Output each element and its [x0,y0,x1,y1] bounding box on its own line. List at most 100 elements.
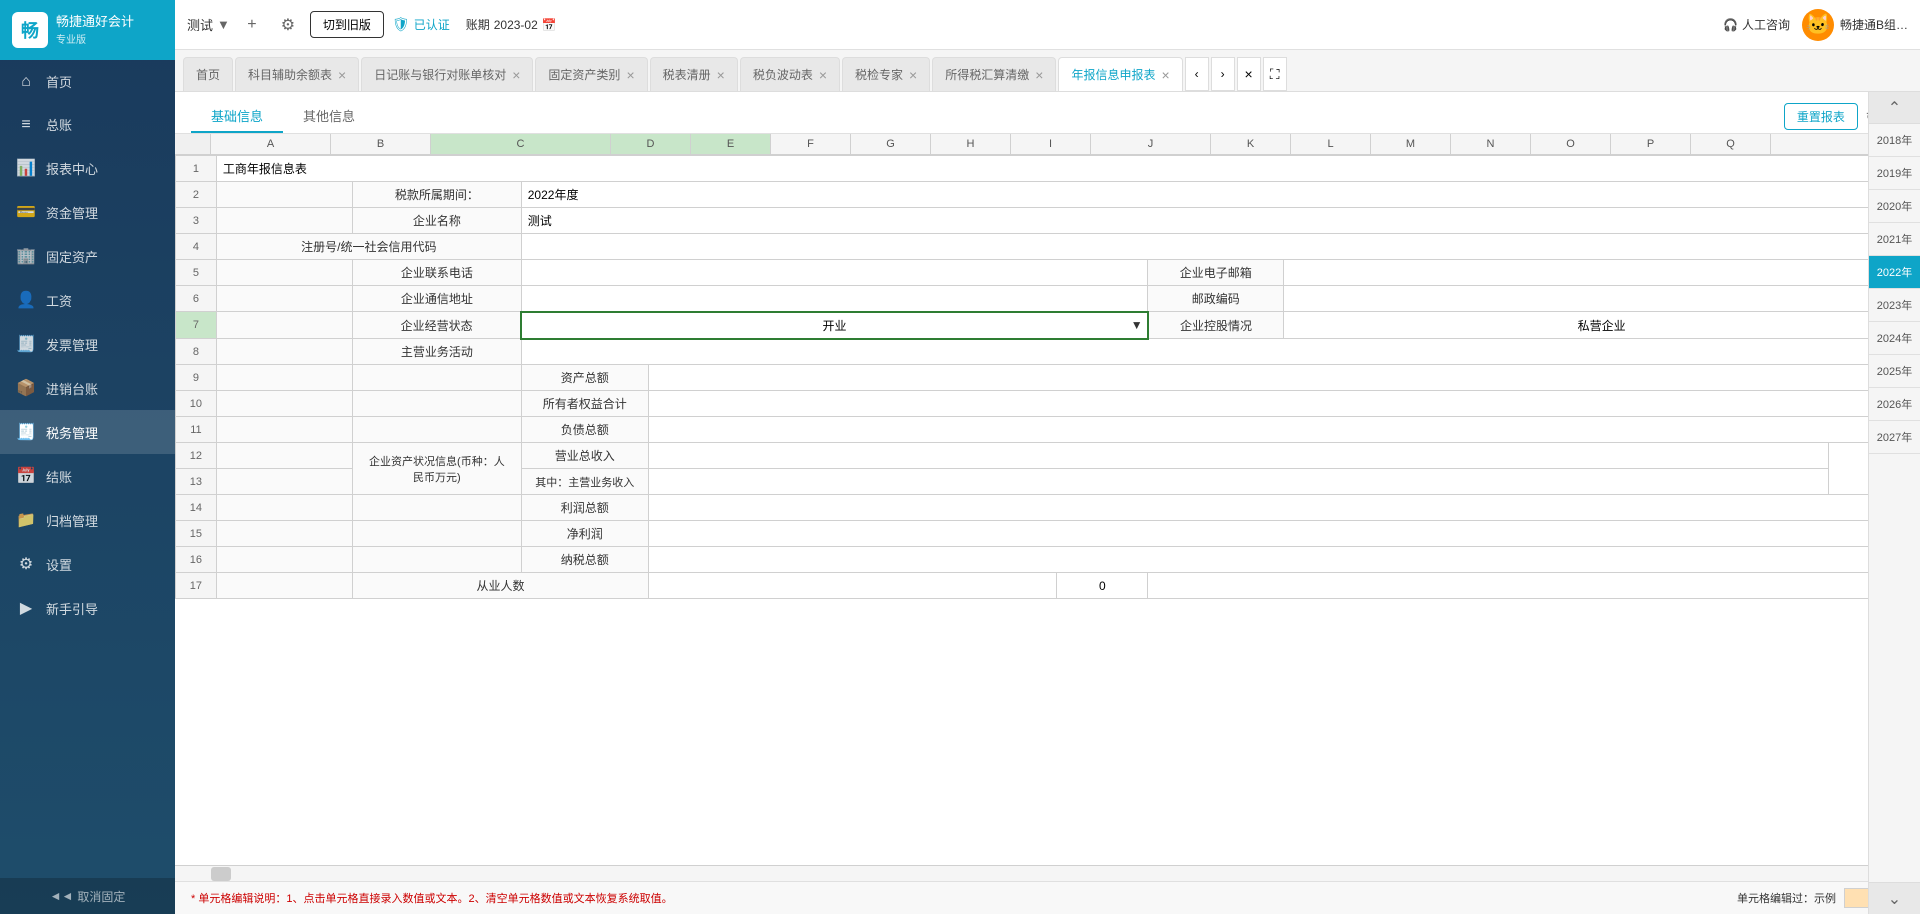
title-cell: 工商年报信息表 [216,156,1919,182]
tab-fixed-assets[interactable]: 固定资产类别 × [535,57,647,91]
sub-tab-bar: 基础信息 其他信息 重置报表 ↻ 刷新 [175,92,1920,134]
tab-bank[interactable]: 日记账与银行对账单核对 × [361,57,533,91]
sidebar-item-report[interactable]: 📊 报表中心 [0,146,175,190]
spreadsheet: A B C D E F G H I J K L M N O P Q [175,134,1920,881]
sidebar-item-fund[interactable]: 💳 资金管理 [0,190,175,234]
close-all-tabs-btn[interactable]: × [1237,57,1261,91]
net-profit-value[interactable] [648,521,1919,547]
company-name-value[interactable]: 测试 [521,208,1919,234]
email-value[interactable] [1284,260,1920,286]
row-num-14: 14 [176,495,217,521]
tab-close-tax-wave[interactable]: × [819,68,827,82]
cell-a14 [216,495,352,521]
total-assets-value[interactable] [648,365,1919,391]
tab-tax-table[interactable]: 税表清册 × [650,57,738,91]
col-B: B [331,134,431,154]
sidebar-item-archive[interactable]: 📁 归档管理 [0,498,175,542]
total-revenue-label: 营业总收入 [521,443,648,469]
consult-btn[interactable]: 🎧 人工咨询 [1723,16,1790,33]
sidebar-label-close: 结账 [46,467,72,486]
sidebar-item-tax[interactable]: 🧾 税务管理 [0,410,175,454]
hscroll-thumb[interactable] [211,867,231,881]
tab-annual-report[interactable]: 年报信息申报表 × [1058,57,1182,91]
tab-close-tax-table[interactable]: × [717,68,725,82]
year-item-2020[interactable]: 2020年 [1869,190,1920,223]
year-item-2024[interactable]: 2024年 [1869,322,1920,355]
data-table: 1 工商年报信息表 2 税款所属期间： 2022年度 3 企业名称 [175,155,1920,599]
employees-val1[interactable] [648,573,1057,599]
sidebar-item-invoice[interactable]: 🧾 发票管理 [0,322,175,366]
cell-a13 [216,469,352,495]
ledger-icon: ≡ [16,116,36,134]
sidebar-item-salary[interactable]: 👤 工资 [0,278,175,322]
table-row: 3 企业名称 测试 [176,208,1920,234]
year-item-2027[interactable]: 2027年 [1869,421,1920,454]
year-panel-down-btn[interactable]: ⌄ [1869,882,1920,914]
period-value-cell[interactable]: 2022年度 [521,182,1919,208]
sidebar-collapse-btn[interactable]: ◄◄ 取消固定 [0,878,175,914]
phone-value[interactable] [521,260,1147,286]
row-num-15: 15 [176,521,217,547]
employees-value[interactable]: 0 [1057,573,1148,599]
year-item-2018[interactable]: 2018年 [1869,124,1920,157]
postal-value[interactable] [1284,286,1920,312]
sidebar-label-invoice: 发票管理 [46,335,98,354]
tax-total-label: 纳税总额 [521,547,648,573]
sidebar-item-ledger[interactable]: ≡ 总账 [0,103,175,146]
collapse-arrow-icon: ◄◄ [50,889,74,903]
year-panel-up-btn[interactable]: ⌃ [1869,92,1920,124]
main-biz-value[interactable] [521,339,1919,365]
year-item-2025[interactable]: 2025年 [1869,355,1920,388]
tab-income-tax[interactable]: 所得税汇算清缴 × [932,57,1056,91]
sidebar-item-settings[interactable]: ⚙ 设置 [0,542,175,586]
sidebar-item-inout[interactable]: 📦 进销台账 [0,366,175,410]
holding-value[interactable]: 私营企业 [1284,312,1920,339]
tab-close-tax-expert[interactable]: × [909,68,917,82]
table-row: 4 注册号/统一社会信用代码 [176,234,1920,260]
settings-btn[interactable]: ⚙ [274,11,302,39]
equity-value[interactable] [648,391,1919,417]
year-item-2023[interactable]: 2023年 [1869,289,1920,322]
cell-b11 [353,417,522,443]
year-item-2022[interactable]: 2022年 [1869,256,1920,289]
sub-tab-other[interactable]: 其他信息 [283,100,375,133]
tab-tax-wave[interactable]: 税负波动表 × [740,57,840,91]
expand-tabs-btn[interactable]: ⛶ [1263,57,1287,91]
tab-close-fixed-assets[interactable]: × [626,68,634,82]
year-item-2021[interactable]: 2021年 [1869,223,1920,256]
old-version-button[interactable]: 切到旧版 [310,11,384,38]
sub-tab-basic[interactable]: 基础信息 [191,100,283,133]
tax-total-value[interactable] [648,547,1919,573]
cell-b15 [353,521,522,547]
horizontal-scrollbar[interactable] [175,865,1920,881]
tab-tax-expert[interactable]: 税检专家 × [842,57,930,91]
total-profit-value[interactable] [648,495,1919,521]
reset-report-button[interactable]: 重置报表 [1784,103,1858,130]
tab-close-aux[interactable]: × [338,68,346,82]
year-item-2019[interactable]: 2019年 [1869,157,1920,190]
address-value[interactable] [521,286,1147,312]
invoice-icon: 🧾 [16,334,36,354]
year-item-2026[interactable]: 2026年 [1869,388,1920,421]
main-revenue-value[interactable] [648,469,1828,495]
tab-close-bank[interactable]: × [512,68,520,82]
liabilities-value[interactable] [648,417,1919,443]
tab-next-btn[interactable]: › [1211,57,1235,91]
sidebar-item-fixed[interactable]: 🏢 固定资产 [0,234,175,278]
biz-status-value[interactable]: 开业 ▼ [521,312,1147,339]
tab-close-annual-report[interactable]: × [1161,68,1169,82]
tab-aux[interactable]: 科目辅助余额表 × [235,57,359,91]
sidebar-item-home[interactable]: ⌂ 首页 [0,60,175,103]
tab-prev-btn[interactable]: ‹ [1185,57,1209,91]
total-revenue-value[interactable] [648,443,1828,469]
reg-num-value[interactable] [521,234,1919,260]
add-tab-button[interactable]: + [238,11,266,39]
tab-home[interactable]: 首页 [183,57,233,91]
tab-close-income-tax[interactable]: × [1035,68,1043,82]
employees-val2[interactable] [1148,573,1920,599]
sidebar-item-close[interactable]: 📅 结账 [0,454,175,498]
calendar-icon[interactable]: 📅 [542,18,557,32]
cell-b9 [353,365,522,391]
sidebar-item-guide[interactable]: ▶ 新手引导 [0,586,175,630]
user-profile[interactable]: 🐱 畅捷通B组… [1802,9,1908,41]
